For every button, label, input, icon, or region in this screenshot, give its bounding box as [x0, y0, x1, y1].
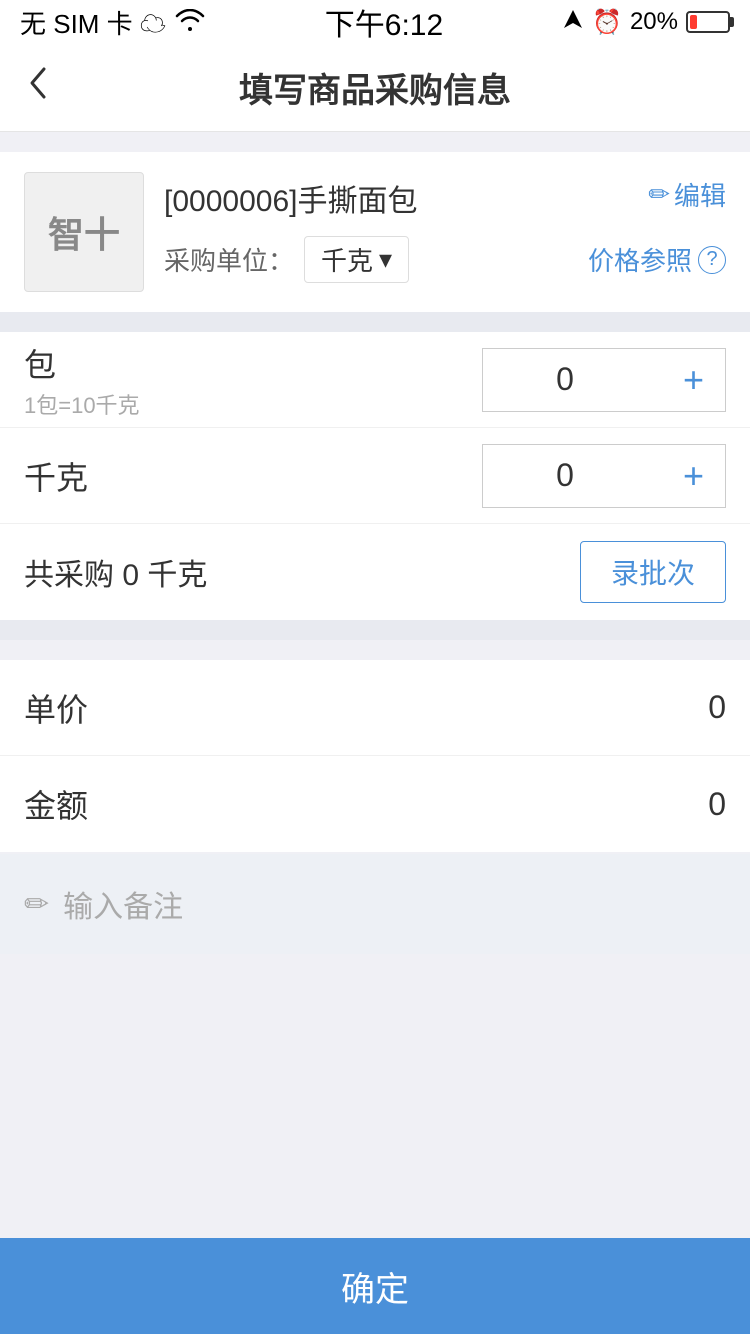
bag-label: 包 1包=10千克 — [24, 340, 144, 420]
product-top-row: [0000006]手撕面包 ✏ 编辑 — [164, 176, 726, 220]
main-spacer — [0, 954, 750, 1194]
bag-qty-wrapper: + — [482, 348, 726, 412]
status-bar: 无 SIM 卡 ☁ 下午6:12 ⏰ 20% — [0, 0, 750, 44]
price-ref-label: 价格参照 — [588, 241, 692, 278]
unit-price-row: 单价 0 — [0, 660, 750, 756]
pencil-icon: ✏ — [24, 887, 49, 922]
summary-row: 共采购 0 千克 录批次 — [0, 524, 750, 620]
unit-row: 采购单位： 千克 ▾ — [164, 236, 409, 283]
bottom-area: 确定 — [0, 1238, 750, 1334]
status-time: 下午6:12 — [325, 0, 443, 44]
alarm-icon: ⏰ — [592, 8, 622, 37]
wifi-icon — [174, 7, 206, 38]
unit-price-label: 单价 — [24, 685, 88, 731]
product-info: [0000006]手撕面包 ✏ 编辑 采购单位： 千克 ▾ 价格参照 ? — [164, 172, 726, 283]
batch-button[interactable]: 录批次 — [580, 541, 726, 603]
location-icon — [562, 8, 584, 37]
price-section: 单价 0 金额 0 — [0, 660, 750, 852]
product-name: [0000006]手撕面包 — [164, 176, 417, 220]
kg-label-main: 千克 — [24, 453, 144, 499]
unit-label: 采购单位： — [164, 241, 294, 278]
bag-qty-input[interactable] — [482, 348, 662, 412]
section-divider-2 — [0, 620, 750, 640]
page-title: 填写商品采购信息 — [239, 63, 511, 112]
section-divider-1 — [0, 312, 750, 332]
price-ref-button[interactable]: 价格参照 ? — [588, 241, 726, 278]
status-left: 无 SIM 卡 ☁ — [20, 4, 206, 41]
battery-percent: 20% — [630, 8, 678, 36]
help-icon: ? — [698, 246, 726, 274]
bag-label-sub: 1包=10千克 — [24, 388, 144, 420]
bag-label-main: 包 — [24, 340, 144, 386]
amount-label: 金额 — [24, 781, 88, 827]
kg-qty-input[interactable] — [482, 444, 662, 508]
product-image: 智十 — [24, 172, 144, 292]
unit-price-value: 0 — [708, 689, 726, 726]
back-button[interactable] — [24, 61, 52, 114]
kg-label: 千克 — [24, 453, 144, 499]
no-sim-text: 无 SIM 卡 ☁ — [20, 4, 166, 41]
input-section: 包 1包=10千克 + 千克 + — [0, 332, 750, 524]
unit-value: 千克 — [321, 241, 373, 278]
kg-qty-wrapper: + — [482, 444, 726, 508]
product-card: 智十 [0000006]手撕面包 ✏ 编辑 采购单位： 千克 ▾ 价格参照 ? — [0, 152, 750, 312]
product-bottom-row: 采购单位： 千克 ▾ 价格参照 ? — [164, 236, 726, 283]
product-logo: 智十 — [48, 206, 120, 258]
status-right: ⏰ 20% — [562, 8, 730, 37]
edit-button[interactable]: ✏ 编辑 — [648, 176, 726, 213]
summary-text: 共采购 0 千克 — [24, 550, 207, 594]
bag-input-row: 包 1包=10千克 + — [0, 332, 750, 428]
bag-plus-button[interactable]: + — [662, 348, 726, 412]
remark-placeholder: 输入备注 — [63, 882, 183, 926]
unit-selector[interactable]: 千克 ▾ — [304, 236, 409, 283]
amount-row: 金额 0 — [0, 756, 750, 852]
remark-section[interactable]: ✏ 输入备注 — [0, 854, 750, 954]
edit-label: 编辑 — [674, 176, 726, 213]
nav-bar: 填写商品采购信息 — [0, 44, 750, 132]
kg-plus-button[interactable]: + — [662, 444, 726, 508]
chevron-down-icon: ▾ — [379, 244, 392, 275]
edit-icon: ✏ — [648, 179, 670, 210]
amount-value: 0 — [708, 786, 726, 823]
battery-icon — [686, 11, 730, 33]
kg-input-row: 千克 + — [0, 428, 750, 524]
confirm-button[interactable]: 确定 — [0, 1238, 750, 1334]
